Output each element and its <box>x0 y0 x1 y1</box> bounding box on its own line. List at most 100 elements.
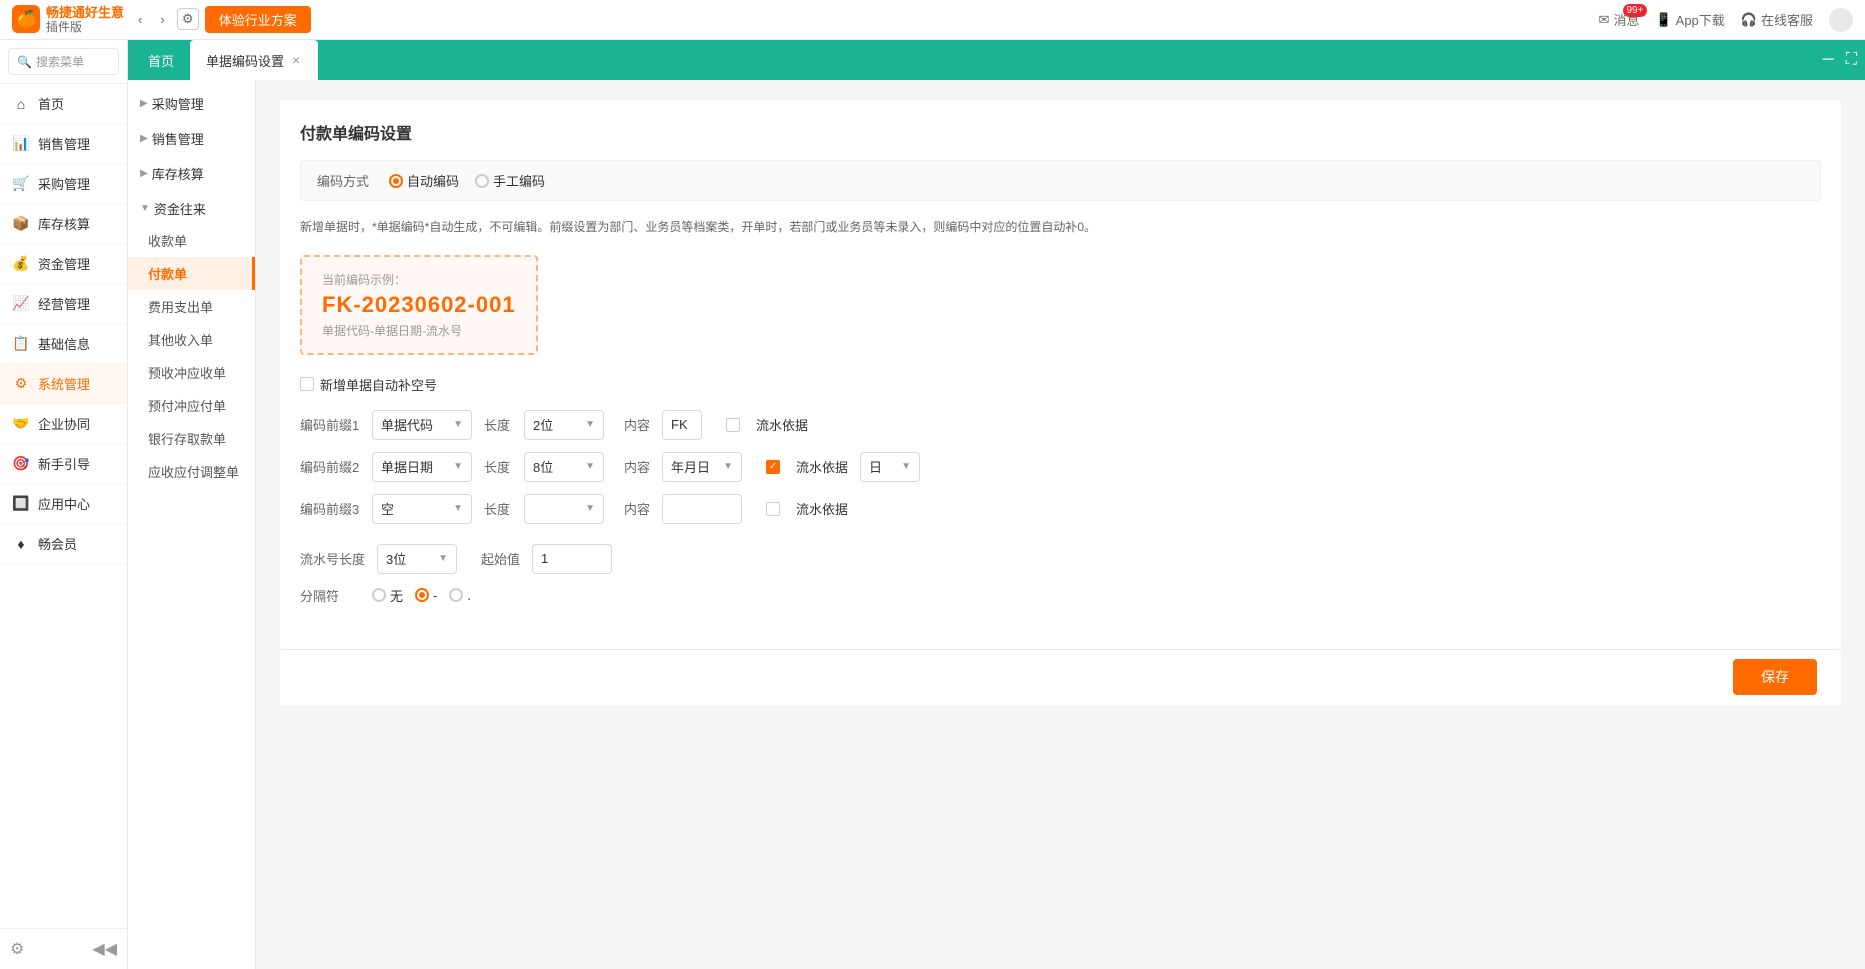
subnav-group-sales-title[interactable]: ▶ 销售管理 <box>128 123 255 154</box>
page-title: 付款单编码设置 <box>300 120 1821 144</box>
inventory-icon: 📦 <box>12 215 30 233</box>
subnav-item-other-income[interactable]: 其他收入单 <box>128 323 255 356</box>
prefix2-flow-label: 流水依据 <box>796 457 848 476</box>
home-icon: ⌂ <box>12 95 30 113</box>
sidebar-item-vip[interactable]: ♦ 畅会员 <box>0 524 127 564</box>
tab-encoding-settings[interactable]: 单据编码设置 × <box>190 40 318 80</box>
subnav-item-expense[interactable]: 费用支出单 <box>128 290 255 323</box>
flow-length-value: 3位 <box>386 549 406 568</box>
sidebar-item-finance[interactable]: 💰 资金管理 <box>0 244 127 284</box>
prefix1-flow-checkbox[interactable] <box>726 418 740 432</box>
page-content: 付款单编码设置 编码方式 自动编码 手工编码 <box>256 80 1865 969</box>
subnav-item-receipt[interactable]: 收款单 <box>128 224 255 257</box>
sidebar-item-home[interactable]: ⌂ 首页 <box>0 84 127 124</box>
prefix1-select[interactable]: 单据代码 ▼ <box>372 410 472 440</box>
flow-length-select[interactable]: 3位 ▼ <box>377 544 457 574</box>
tab-bar: 首页 单据编码设置 × ─ ⛶ <box>128 40 1865 80</box>
tab-encoding-label: 单据编码设置 <box>206 51 284 70</box>
nav-forward-btn[interactable]: › <box>154 10 170 29</box>
arrow-capital: ▼ <box>140 203 150 214</box>
prefix2-length-select[interactable]: 8位 ▼ <box>524 452 604 482</box>
arrow-inventory: ▶ <box>140 168 148 179</box>
settings-icon[interactable]: ⚙ <box>177 8 199 30</box>
message-btn[interactable]: ✉ 消息 99+ <box>1599 10 1640 29</box>
sidebar-item-inventory[interactable]: 📦 库存核算 <box>0 204 127 244</box>
brand: 🍊 畅捷通好生意 插件版 <box>12 5 124 35</box>
search-menu-btn[interactable]: 🔍 搜索菜单 <box>8 48 119 75</box>
example-label: 当前编码示例： <box>322 271 516 288</box>
sidebar-footer: ⚙ ◀◀ <box>0 928 127 969</box>
sidebar-label-inventory: 库存核算 <box>38 214 90 233</box>
settings-card: 付款单编码设置 编码方式 自动编码 手工编码 <box>280 100 1841 649</box>
sep-none-dot <box>372 588 386 602</box>
form-rows: 编码前缀1 单据代码 ▼ 长度 2位 ▼ 内容 <box>300 410 1821 524</box>
collapse-btn[interactable]: ◀◀ <box>90 937 119 961</box>
subnav-group-purchase-title[interactable]: ▶ 采购管理 <box>128 88 255 119</box>
tab-home-label: 首页 <box>148 51 174 70</box>
subnav-item-payment[interactable]: 付款单 <box>128 257 255 290</box>
subnav-group-capital: ▼ 资金往来 收款单 付款单 费用支出单 其他收入单 <box>128 193 255 488</box>
flow-number-row: 流水号长度 3位 ▼ 起始值 1 <box>300 544 1821 574</box>
sep-none-radio[interactable]: 无 <box>372 586 403 605</box>
auto-code-radio[interactable]: 自动编码 <box>389 171 459 190</box>
prefix3-length-select[interactable]: ▼ <box>524 494 604 524</box>
prefix1-label: 编码前缀1 <box>300 415 360 434</box>
info-text: 新增单据时，*单据编码*自动生成，不可编辑。前缀设置为部门、业务员等档案类，开单… <box>300 217 1821 239</box>
sep-none-label: 无 <box>390 586 403 605</box>
sidebar-item-operations[interactable]: 📈 经营管理 <box>0 284 127 324</box>
sep-dash-radio[interactable]: - <box>415 588 437 603</box>
subnav-item-bank-deposit[interactable]: 银行存取款单 <box>128 422 255 455</box>
sep-dot-radio[interactable]: . <box>449 588 471 603</box>
prefix3-select[interactable]: 空 ▼ <box>372 494 472 524</box>
subnav-item-prepay-payable[interactable]: 预付冲应付单 <box>128 389 255 422</box>
sidebar-item-apps[interactable]: 🔲 应用中心 <box>0 484 127 524</box>
subnav-item-ar-ap-adjust[interactable]: 应收应付调整单 <box>128 455 255 488</box>
prefix2-content-select[interactable]: 年月日 ▼ <box>662 452 742 482</box>
app-download-btn[interactable]: 📱 App下载 <box>1655 10 1724 29</box>
subnav-group-inventory-title[interactable]: ▶ 库存核算 <box>128 158 255 189</box>
sidebar-label-apps: 应用中心 <box>38 494 90 513</box>
subnav-item-prepay-receivable[interactable]: 预收冲应收单 <box>128 356 255 389</box>
app-icon: 📱 <box>1655 12 1671 28</box>
nav-back-btn[interactable]: ‹ <box>132 10 148 29</box>
service-btn[interactable]: 🎧 在线客服 <box>1741 10 1813 29</box>
sidebar-item-base[interactable]: 📋 基础信息 <box>0 324 127 364</box>
prefix2-select-value: 单据日期 <box>381 457 433 476</box>
auto-fill-checkbox[interactable] <box>300 377 314 391</box>
base-icon: 📋 <box>12 335 30 353</box>
prefix2-content-label: 内容 <box>624 457 650 476</box>
prefix2-chevron: ▼ <box>453 461 463 472</box>
prefix2-select[interactable]: 单据日期 ▼ <box>372 452 472 482</box>
sidebar-item-guide[interactable]: 🎯 新手引导 <box>0 444 127 484</box>
subnav-group-sales: ▶ 销售管理 <box>128 123 255 154</box>
prefix2-row: 编码前缀2 单据日期 ▼ 长度 8位 ▼ 内容 <box>300 452 1821 482</box>
settings-footer-btn[interactable]: ⚙ <box>8 937 26 961</box>
prefix1-length-select[interactable]: 2位 ▼ <box>524 410 604 440</box>
app-label: App下载 <box>1676 10 1725 29</box>
manual-code-radio[interactable]: 手工编码 <box>475 171 545 190</box>
tab-minimize-btn[interactable]: ─ <box>1818 47 1837 73</box>
subnav-group-capital-title[interactable]: ▼ 资金往来 <box>128 193 255 224</box>
tab-maximize-btn[interactable]: ⛶ <box>1842 47 1861 73</box>
prefix2-day-select[interactable]: 日 ▼ <box>860 452 920 482</box>
tab-home[interactable]: 首页 <box>132 40 190 80</box>
content-area: 首页 单据编码设置 × ─ ⛶ ▶ 采购管理 <box>128 40 1865 969</box>
trial-button[interactable]: 体验行业方案 <box>205 6 311 33</box>
prefix2-flow-checkbox[interactable] <box>766 460 780 474</box>
sidebar-item-system[interactable]: ⚙ 系统管理 <box>0 364 127 404</box>
sep-dash-dot <box>415 588 429 602</box>
sidebar-item-cooperation[interactable]: 🤝 企业协同 <box>0 404 127 444</box>
arrow-sales: ▶ <box>140 133 148 144</box>
start-value: 1 <box>532 544 612 574</box>
prefix3-flow-checkbox[interactable] <box>766 502 780 516</box>
tab-close-btn[interactable]: × <box>290 53 302 67</box>
sidebar-label-home: 首页 <box>38 94 64 113</box>
user-avatar[interactable] <box>1829 8 1853 32</box>
sidebar-search: 🔍 搜索菜单 <box>0 40 127 84</box>
sidebar-item-sales[interactable]: 📊 销售管理 <box>0 124 127 164</box>
sep-dash-label: - <box>433 588 437 603</box>
save-button[interactable]: 保存 <box>1733 659 1817 695</box>
example-box: 当前编码示例： FK-20230602-001 单据代码-单据日期-流水号 <box>300 255 538 355</box>
prefix2-content-chevron: ▼ <box>723 461 733 472</box>
sidebar-item-purchase[interactable]: 🛒 采购管理 <box>0 164 127 204</box>
